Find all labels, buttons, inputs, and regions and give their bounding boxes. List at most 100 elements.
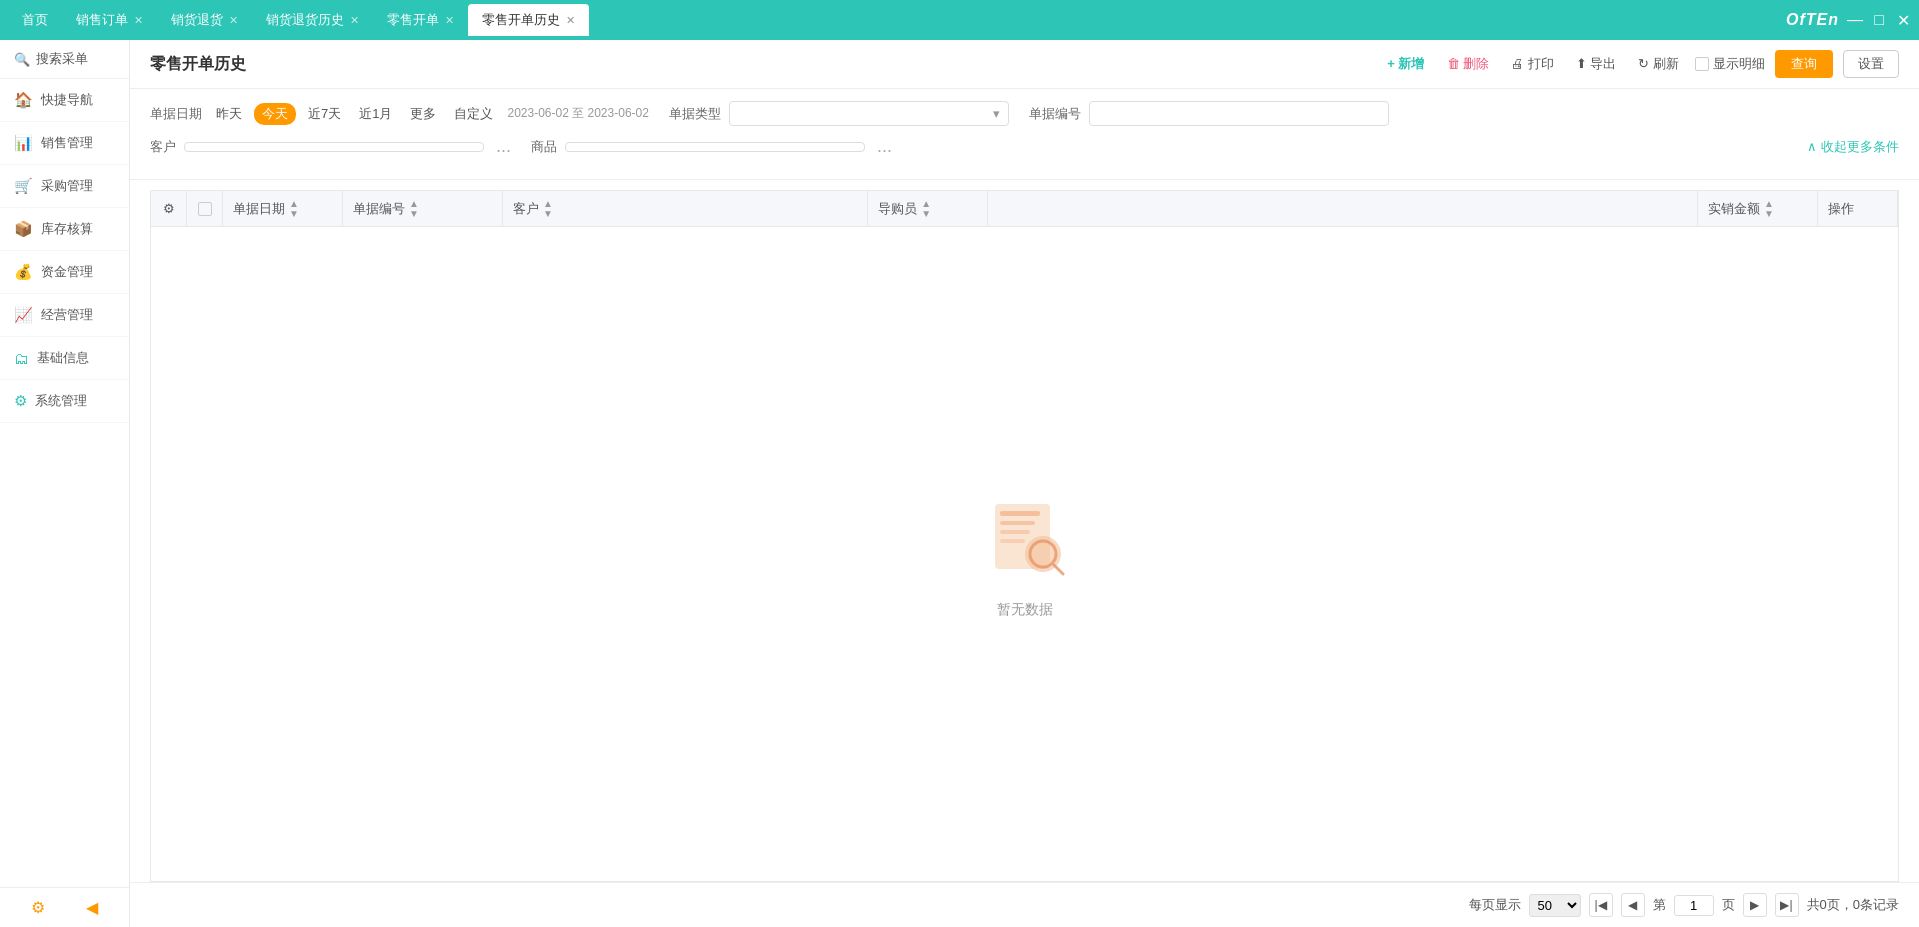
amount-sort-icon[interactable]: ▲▼ xyxy=(1764,199,1774,219)
th-amount[interactable]: 实销金额 ▲▼ xyxy=(1698,191,1818,226)
sidebar-item-inventory-label: 库存核算 xyxy=(41,220,93,238)
export-button[interactable]: ⬆ 导出 xyxy=(1570,52,1623,76)
sidebar-search-label: 搜索采单 xyxy=(36,50,88,68)
toolbar: + 新增 🗑 删除 🖨 打印 ⬆ 导出 ↻ 刷新 显示明细 查询 设置 xyxy=(1381,50,1899,78)
top-bar: 首页 销售订单 ✕ 销货退货 ✕ 销货退货历史 ✕ 零售开单 ✕ 零售开单历史 … xyxy=(0,0,1919,40)
th-customer[interactable]: 客户 ▲▼ xyxy=(503,191,868,226)
display-detail-checkbox[interactable]: 显示明细 xyxy=(1695,55,1765,73)
goods-select[interactable] xyxy=(565,142,865,152)
sidebar-item-operations-label: 经营管理 xyxy=(41,306,93,324)
page-end-label: 页 xyxy=(1722,896,1735,914)
pagination: 每页显示 50 100 200 |◀ ◀ 第 1 页 ▶ ▶| 共0页，0条记录 xyxy=(130,882,1919,927)
th-date[interactable]: 单据日期 ▲▼ xyxy=(223,191,343,226)
date-opt-more[interactable]: 更多 xyxy=(404,103,442,125)
prev-page-button[interactable]: ◀ xyxy=(1621,893,1645,917)
sidebar-item-inventory[interactable]: 📦 库存核算 xyxy=(0,208,129,251)
filter-date: 单据日期 昨天 今天 近7天 近1月 更多 自定义 2023-06-02 至 2… xyxy=(150,103,649,125)
per-page-label: 每页显示 xyxy=(1469,896,1521,914)
operations-icon: 📈 xyxy=(14,306,33,324)
refresh-button[interactable]: ↻ 刷新 xyxy=(1632,52,1685,76)
add-button[interactable]: + 新增 xyxy=(1381,52,1430,76)
th-num[interactable]: 单据编号 ▲▼ xyxy=(343,191,503,226)
th-spacer xyxy=(988,191,1698,226)
sidebar-item-finance[interactable]: 💰 资金管理 xyxy=(0,251,129,294)
type-select[interactable]: ▾ xyxy=(729,101,1009,126)
minimize-button[interactable]: — xyxy=(1847,12,1863,28)
sidebar-item-purchase-label: 采购管理 xyxy=(41,177,93,195)
num-input[interactable] xyxy=(1089,101,1389,126)
date-range: 2023-06-02 至 2023-06-02 xyxy=(507,105,648,122)
sidebar-search[interactable]: 🔍 搜索采单 xyxy=(0,40,129,79)
date-sort-icon[interactable]: ▲▼ xyxy=(289,199,299,219)
goods-more-icon[interactable]: ... xyxy=(877,136,892,157)
tab-returns-close[interactable]: ✕ xyxy=(229,14,238,27)
sidebar-item-system[interactable]: ⚙ 系统管理 xyxy=(0,380,129,423)
sidebar-item-basic-info-label: 基础信息 xyxy=(37,349,89,367)
sidebar-item-basic-info[interactable]: 🗂 基础信息 xyxy=(0,337,129,380)
tab-sales-order-close[interactable]: ✕ xyxy=(134,14,143,27)
th-guide[interactable]: 导购员 ▲▼ xyxy=(868,191,988,226)
tab-retail-history-close[interactable]: ✕ xyxy=(566,14,575,27)
table-body: 暂无数据 xyxy=(150,226,1899,882)
delete-button[interactable]: 🗑 删除 xyxy=(1441,52,1496,76)
date-label: 单据日期 xyxy=(150,105,202,123)
sidebar-item-sales[interactable]: 📊 销售管理 xyxy=(0,122,129,165)
date-opt-custom[interactable]: 自定义 xyxy=(448,103,499,125)
tab-retail-history-label: 零售开单历史 xyxy=(482,11,560,29)
type-label: 单据类型 xyxy=(669,105,721,123)
page-title: 零售开单历史 xyxy=(150,54,246,75)
tab-home[interactable]: 首页 xyxy=(8,4,62,36)
collapse-sidebar-icon[interactable]: ◀ xyxy=(86,898,98,917)
date-opt-today[interactable]: 今天 xyxy=(254,103,296,125)
select-all-checkbox[interactable] xyxy=(198,202,212,216)
tab-sales-order[interactable]: 销售订单 ✕ xyxy=(62,4,157,36)
sidebar-item-system-label: 系统管理 xyxy=(35,392,87,410)
settings-bottom-icon[interactable]: ⚙ xyxy=(31,898,45,917)
system-icon: ⚙ xyxy=(14,392,27,410)
sidebar-item-quick-nav[interactable]: 🏠 快捷导航 xyxy=(0,79,129,122)
tab-returns-history[interactable]: 销货退货历史 ✕ xyxy=(252,4,373,36)
date-opt-yesterday[interactable]: 昨天 xyxy=(210,103,248,125)
tab-home-label: 首页 xyxy=(22,11,48,29)
customer-select[interactable] xyxy=(184,142,484,152)
tab-returns[interactable]: 销货退货 ✕ xyxy=(157,4,252,36)
last-page-button[interactable]: ▶| xyxy=(1775,893,1799,917)
sidebar-item-operations[interactable]: 📈 经营管理 xyxy=(0,294,129,337)
next-page-button[interactable]: ▶ xyxy=(1743,893,1767,917)
num-sort-icon[interactable]: ▲▼ xyxy=(409,199,419,219)
customer-sort-icon[interactable]: ▲▼ xyxy=(543,199,553,219)
customer-more-icon[interactable]: ... xyxy=(496,136,511,157)
query-button[interactable]: 查询 xyxy=(1775,50,1833,78)
per-page-select[interactable]: 50 100 200 xyxy=(1529,894,1581,917)
tab-returns-label: 销货退货 xyxy=(171,11,223,29)
page-input[interactable]: 1 xyxy=(1674,895,1714,916)
tab-returns-history-close[interactable]: ✕ xyxy=(350,14,359,27)
display-checkbox-icon xyxy=(1695,57,1709,71)
close-window-button[interactable]: ✕ xyxy=(1895,12,1911,28)
total-label: 共0页，0条记录 xyxy=(1807,896,1899,914)
tab-retail-order[interactable]: 零售开单 ✕ xyxy=(373,4,468,36)
th-checkbox[interactable] xyxy=(187,191,223,226)
sidebar-item-purchase[interactable]: 🛒 采购管理 xyxy=(0,165,129,208)
settings-button[interactable]: 设置 xyxy=(1843,50,1899,78)
filter-type: 单据类型 ▾ xyxy=(669,101,1009,126)
tab-retail-order-close[interactable]: ✕ xyxy=(445,14,454,27)
purchase-icon: 🛒 xyxy=(14,177,33,195)
date-opt-7days[interactable]: 近7天 xyxy=(302,103,347,125)
date-opt-1month[interactable]: 近1月 xyxy=(353,103,398,125)
tab-retail-history[interactable]: 零售开单历史 ✕ xyxy=(468,4,589,36)
collapse-button[interactable]: ∧ 收起更多条件 xyxy=(1807,138,1899,156)
print-button[interactable]: 🖨 打印 xyxy=(1505,52,1560,76)
svg-rect-1 xyxy=(1000,511,1040,516)
tab-retail-order-label: 零售开单 xyxy=(387,11,439,29)
first-page-button[interactable]: |◀ xyxy=(1589,893,1613,917)
type-select-arrow: ▾ xyxy=(993,106,1000,121)
guide-sort-icon[interactable]: ▲▼ xyxy=(921,199,931,219)
table-area: ⚙ 单据日期 ▲▼ 单据编号 ▲▼ 客户 ▲▼ 导购员 xyxy=(130,180,1919,882)
tab-returns-history-label: 销货退货历史 xyxy=(266,11,344,29)
th-action-label: 操作 xyxy=(1828,200,1854,218)
th-settings[interactable]: ⚙ xyxy=(151,191,187,226)
brand-logo: OfTEn xyxy=(1786,11,1839,29)
search-icon: 🔍 xyxy=(14,52,30,67)
maximize-button[interactable]: □ xyxy=(1871,12,1887,28)
